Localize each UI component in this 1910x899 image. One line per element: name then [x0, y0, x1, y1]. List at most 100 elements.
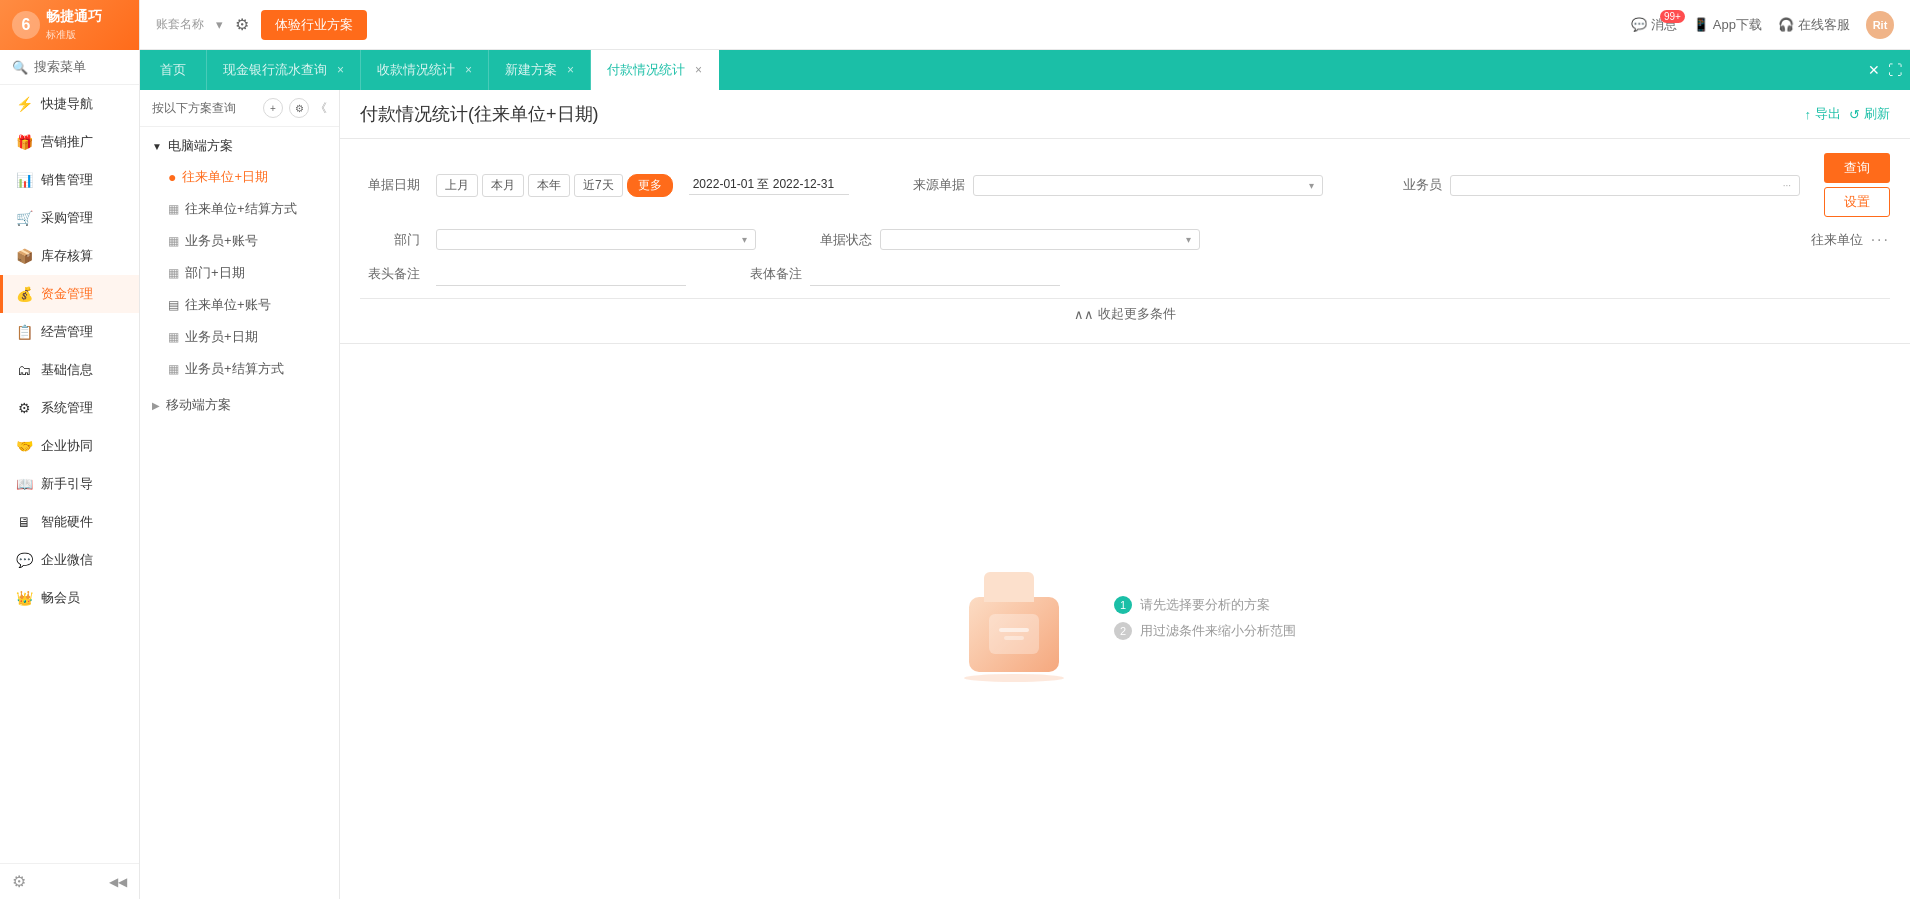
date-last-7days-btn[interactable]: 近7天 — [574, 174, 623, 197]
app-download-label: App下载 — [1713, 16, 1762, 34]
dept-select[interactable]: ▾ — [436, 229, 756, 250]
user-avatar[interactable]: Rit — [1866, 11, 1894, 39]
sidebar-item-purchase[interactable]: 🛒 采购管理 — [0, 199, 139, 237]
scheme-item-partner-account[interactable]: ▤ 往来单位+账号 — [140, 289, 339, 321]
mobile-section-header[interactable]: ▶ 移动端方案 — [140, 389, 339, 421]
topbar-right: 💬 消息 99+ 📱 App下载 🎧 在线客服 Rit — [1631, 11, 1894, 39]
expand-window-icon[interactable]: ⛶ — [1888, 62, 1902, 78]
add-scheme-btn[interactable]: + — [263, 98, 283, 118]
date-range-input[interactable] — [689, 176, 849, 195]
settings-icon[interactable]: ⚙ — [12, 872, 26, 891]
message-icon: 💬 — [1631, 17, 1647, 32]
sidebar-item-guide[interactable]: 📖 新手引导 — [0, 465, 139, 503]
sidebar-item-member[interactable]: 👑 畅会员 — [0, 579, 139, 617]
nav-icon-marketing: 🎁 — [15, 133, 33, 151]
scheme-panel-header: 按以下方案查询 + ⚙ 《 — [140, 90, 339, 127]
body-note-input[interactable] — [810, 262, 1060, 286]
hint-text-2: 用过滤条件来缩小分析范围 — [1140, 622, 1296, 640]
tab-home-label: 首页 — [160, 61, 186, 79]
scheme-item-salesman-date[interactable]: ▦ 业务员+日期 — [140, 321, 339, 353]
gear-icon: ⚙ — [295, 103, 304, 114]
collapse-sidebar-icon[interactable]: ◀◀ — [109, 875, 127, 889]
scheme-header-actions: + ⚙ — [263, 98, 309, 118]
partner-dots-btn[interactable]: ··· — [1871, 231, 1890, 249]
close-all-tabs-icon[interactable]: ✕ — [1868, 62, 1880, 78]
sidebar: 6 畅捷通巧 标准版 🔍 搜索菜单 ⚡ 快捷导航 🎁 营销推广 📊 销售管理 🛒… — [0, 0, 140, 899]
scheme-item-dept-date[interactable]: ▦ 部门+日期 — [140, 257, 339, 289]
sidebar-item-basic[interactable]: 🗂 基础信息 — [0, 351, 139, 389]
sidebar-item-capital[interactable]: 💰 资金管理 — [0, 275, 139, 313]
tab-new-scheme-close[interactable]: × — [567, 63, 574, 77]
nav-label-purchase: 采购管理 — [41, 209, 93, 227]
nav-label-enterprise: 企业协同 — [41, 437, 93, 455]
sidebar-item-quick-nav[interactable]: ⚡ 快捷导航 — [0, 85, 139, 123]
tab-receipt-stats-close[interactable]: × — [465, 63, 472, 77]
sidebar-bottom: ⚙ ◀◀ — [0, 863, 139, 899]
sidebar-item-sales[interactable]: 📊 销售管理 — [0, 161, 139, 199]
scheme-collapse-btn[interactable]: 《 — [315, 100, 327, 117]
topbar: 账套名称 ▾ ⚙ 体验行业方案 💬 消息 99+ 📱 App下载 🎧 在线客服 … — [140, 0, 1910, 50]
trial-btn[interactable]: 体验行业方案 — [261, 10, 367, 40]
tab-receipt-stats[interactable]: 收款情况统计 × — [361, 50, 489, 90]
search-menu[interactable]: 🔍 搜索菜单 — [0, 50, 139, 85]
refresh-label: 刷新 — [1864, 105, 1890, 123]
empty-hint-2: 2 用过滤条件来缩小分析范围 — [1114, 622, 1296, 640]
export-btn[interactable]: ↑ 导出 — [1805, 105, 1842, 123]
sidebar-item-marketing[interactable]: 🎁 营销推广 — [0, 123, 139, 161]
tab-payment-stats-close[interactable]: × — [695, 63, 702, 77]
scheme-item-salesman-account[interactable]: ▦ 业务员+账号 — [140, 225, 339, 257]
tab-new-scheme[interactable]: 新建方案 × — [489, 50, 591, 90]
account-name: 账套名称 — [156, 16, 204, 33]
mobile-expand-icon: ▶ — [152, 400, 160, 411]
online-service-btn[interactable]: 🎧 在线客服 — [1778, 16, 1850, 34]
scheme-item-partner-date[interactable]: ● 往来单位+日期 — [140, 161, 339, 193]
doc-status-select[interactable]: ▾ — [880, 229, 1200, 250]
logo-icon: 6 — [12, 11, 40, 39]
header-note-input[interactable] — [436, 262, 686, 286]
sidebar-item-enterprise[interactable]: 🤝 企业协同 — [0, 427, 139, 465]
scheme-header-label: 按以下方案查询 — [152, 100, 236, 117]
partner-label: 往来单位 — [1803, 231, 1863, 249]
scheme-active-icon: ● — [168, 169, 176, 185]
page-header: 付款情况统计(往来单位+日期) ↑ 导出 ↺ 刷新 — [340, 90, 1910, 139]
date-more-btn[interactable]: 更多 — [627, 174, 673, 197]
scheme-item-salesman-settle[interactable]: ▦ 业务员+结算方式 — [140, 353, 339, 385]
filter-row-3: 表头备注 表体备注 — [360, 262, 1890, 286]
tabbar: 首页 现金银行流水查询 × 收款情况统计 × 新建方案 × 付款情况统计 × ✕… — [140, 50, 1910, 90]
source-doc-select[interactable]: ▾ — [973, 175, 1323, 196]
tab-bank-flow-close[interactable]: × — [337, 63, 344, 77]
filter-settings-btn[interactable]: 设置 — [1824, 187, 1890, 217]
sidebar-item-inventory[interactable]: 📦 库存核算 — [0, 237, 139, 275]
sidebar-item-hardware[interactable]: 🖥 智能硬件 — [0, 503, 139, 541]
tab-payment-stats[interactable]: 付款情况统计 × — [591, 50, 719, 90]
scheme-item-partner-settle[interactable]: ▦ 往来单位+结算方式 — [140, 193, 339, 225]
messages-btn[interactable]: 💬 消息 99+ — [1631, 16, 1677, 34]
nav-label-quick: 快捷导航 — [41, 95, 93, 113]
date-this-year-btn[interactable]: 本年 — [528, 174, 570, 197]
query-btn[interactable]: 查询 — [1824, 153, 1890, 183]
topbar-settings-icon[interactable]: ⚙ — [235, 15, 249, 34]
collapse-arrow-icon: ∧∧ — [1074, 307, 1094, 322]
dropdown-arrow-icon[interactable]: ▾ — [216, 17, 223, 32]
sidebar-item-wechat[interactable]: 💬 企业微信 — [0, 541, 139, 579]
app-download-btn[interactable]: 📱 App下载 — [1693, 16, 1762, 34]
filter-area: 单据日期 上月 本月 本年 近7天 更多 来源单据 ▾ — [340, 139, 1910, 344]
online-service-label: 在线客服 — [1798, 16, 1850, 34]
date-this-month-btn[interactable]: 本月 — [482, 174, 524, 197]
refresh-btn[interactable]: ↺ 刷新 — [1849, 105, 1890, 123]
source-doc-label: 来源单据 — [905, 176, 965, 194]
salesman-select[interactable]: ··· — [1450, 175, 1800, 196]
nav-icon-guide: 📖 — [15, 475, 33, 493]
date-last-month-btn[interactable]: 上月 — [436, 174, 478, 197]
nav-icon-member: 👑 — [15, 589, 33, 607]
sidebar-item-system[interactable]: ⚙ 系统管理 — [0, 389, 139, 427]
collapse-more-btn[interactable]: ∧∧ 收起更多条件 — [360, 298, 1890, 329]
tab-home[interactable]: 首页 — [140, 50, 207, 90]
table-icon-1: ▦ — [168, 234, 179, 248]
tab-bank-flow[interactable]: 现金银行流水查询 × — [207, 50, 361, 90]
headset-icon: 🎧 — [1778, 17, 1794, 32]
table-icon-2: ▦ — [168, 266, 179, 280]
sidebar-item-operations[interactable]: 📋 经营管理 — [0, 313, 139, 351]
scheme-settings-btn[interactable]: ⚙ — [289, 98, 309, 118]
desktop-section-header[interactable]: ▼ 电脑端方案 — [140, 131, 339, 161]
